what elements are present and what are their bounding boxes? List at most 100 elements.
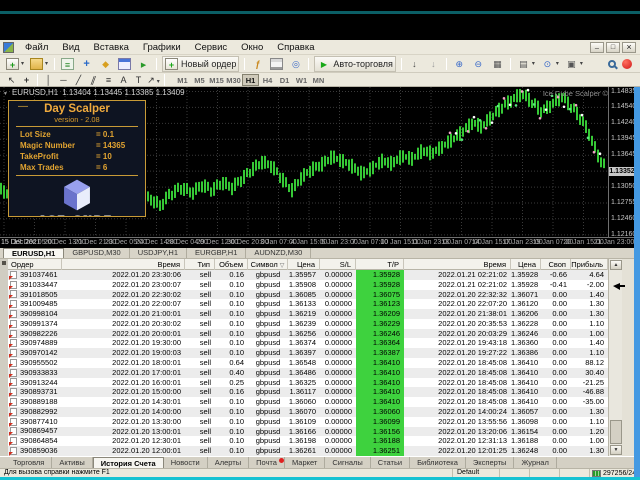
new-order-button[interactable]: Новый ордер (162, 55, 240, 72)
panel-collapse-icon[interactable]: — (18, 101, 28, 112)
restore-icon[interactable] (606, 41, 620, 53)
zoom-in-button[interactable] (450, 56, 469, 72)
trendline-tool-button[interactable] (71, 74, 86, 86)
screenshot-button[interactable] (562, 56, 586, 72)
history-row[interactable]: 390877410 2022.01.20 13:30:00 sell 0.10 gbpu… (8, 416, 608, 427)
history-row[interactable]: 390933833 2022.01.20 17:00:01 sell 0.40 gbpu… (8, 367, 608, 378)
print-button[interactable] (267, 56, 286, 72)
label-tool-button[interactable]: T (131, 74, 146, 86)
menu-item-6[interactable]: Справка (270, 41, 321, 54)
channel-tool-button[interactable] (86, 74, 101, 86)
chart-tab[interactable]: EURGBP,H1 (187, 248, 247, 258)
column-header[interactable]: Цена (288, 259, 320, 270)
timeframe-m30[interactable]: M30 (225, 74, 242, 86)
close-icon[interactable] (622, 41, 636, 53)
column-header[interactable]: Объем (215, 259, 248, 270)
terminal-tab[interactable]: История Счета (92, 457, 164, 468)
scroll-down-icon[interactable]: ▼ (610, 445, 622, 455)
column-header[interactable]: Своп (541, 259, 571, 270)
history-row[interactable]: 390893731 2022.01.20 15:00:00 sell 0.16 gbpu… (8, 387, 608, 398)
timeframe-h4[interactable]: H4 (259, 74, 276, 86)
history-row[interactable]: 390864854 2022.01.20 12:30:01 sell 0.10 gbpu… (8, 436, 608, 447)
history-row[interactable]: 391018505 2022.01.20 22:30:02 sell 0.10 gbpu… (8, 289, 608, 300)
terminal-tab[interactable]: Активы (52, 457, 93, 468)
history-row[interactable]: 390998104 2022.01.20 21:00:01 sell 0.10 gbpu… (8, 309, 608, 319)
chart-tab[interactable]: AUDNZD,M30 (246, 248, 312, 258)
scroll-up-icon[interactable]: ▲ (610, 260, 622, 270)
column-header[interactable]: S/L (320, 259, 356, 270)
metaeditor-button[interactable] (248, 56, 267, 72)
history-row[interactable]: 390970142 2022.01.20 19:00:03 sell 0.10 gbpu… (8, 348, 608, 359)
terminal-tab[interactable]: Алерты (208, 457, 250, 468)
horizontal-line-tool-button[interactable] (56, 74, 71, 86)
cursor-tool-button[interactable] (4, 74, 19, 86)
terminal-tab[interactable]: Почта (249, 457, 285, 468)
fibonacci-tool-button[interactable] (101, 74, 116, 86)
terminal-tab[interactable]: Торговля (6, 457, 53, 468)
market-watch-button[interactable] (58, 56, 77, 72)
terminal-tab[interactable]: Сигналы (325, 457, 371, 468)
column-header[interactable]: Цена (511, 259, 541, 270)
timeframe-m1[interactable]: M1 (174, 74, 191, 86)
text-tool-button[interactable]: A (116, 74, 131, 86)
profiles-button[interactable] (27, 56, 51, 72)
navigator-button[interactable] (96, 56, 115, 72)
notification-badge[interactable] (622, 58, 632, 69)
minimize-icon[interactable] (590, 41, 604, 53)
history-row[interactable]: 390869457 2022.01.20 13:00:01 sell 0.10 gbpu… (8, 426, 608, 437)
time-scale[interactable]: 15 Dec 2021 17 Dec 05:00 20 Dec 13:00 21 De… (0, 237, 640, 248)
arrows-tool-button[interactable] (146, 74, 161, 86)
history-row[interactable]: 390859036 2022.01.20 12:00:01 sell 0.10 gbpu… (8, 446, 608, 456)
periods-button[interactable] (538, 56, 562, 72)
vertical-line-tool-button[interactable] (41, 74, 56, 86)
menu-item-0[interactable]: Файл (18, 41, 55, 54)
crosshair-tool-button[interactable] (19, 74, 34, 86)
menu-item-4[interactable]: Сервис (188, 41, 235, 54)
timeframe-w1[interactable]: W1 (293, 74, 310, 86)
menu-item-1[interactable]: Вид (55, 41, 86, 54)
column-header[interactable]: Время (62, 259, 185, 270)
terminal-tab[interactable]: Библиотека (410, 457, 466, 468)
scrollbar-thumb[interactable] (610, 420, 622, 444)
history-row[interactable]: 390882992 2022.01.20 14:00:00 sell 0.10 gbpu… (8, 406, 608, 417)
column-header[interactable]: Тип (185, 259, 215, 270)
history-row[interactable]: 390974889 2022.01.20 19:30:00 sell 0.10 gbpu… (8, 338, 608, 349)
terminal-tab[interactable]: Статьи (371, 457, 411, 468)
terminal-tab[interactable]: Новости (164, 457, 208, 468)
terminal-dock-handle[interactable] (0, 259, 8, 456)
terminal-button[interactable] (115, 56, 134, 72)
column-header[interactable]: Ордер (8, 259, 62, 270)
column-header[interactable]: T/P (356, 259, 404, 270)
timeframe-d1[interactable]: D1 (276, 74, 293, 86)
indicators-button[interactable] (405, 56, 424, 72)
timeframe-m15[interactable]: M15 (208, 74, 225, 86)
column-header[interactable]: Символ ▽ (248, 259, 288, 270)
chart-tab[interactable]: USDJPY,H1 (130, 248, 187, 258)
history-row[interactable]: 390991374 2022.01.20 20:30:02 sell 0.10 gbpu… (8, 318, 608, 329)
history-row[interactable]: 391009485 2022.01.20 22:00:07 sell 0.10 gbpu… (8, 299, 608, 310)
timeframe-h1[interactable]: H1 (242, 73, 259, 86)
history-row[interactable]: 390982226 2022.01.20 20:00:01 sell 0.10 gbpu… (8, 328, 608, 339)
column-header[interactable]: Прибыль (571, 259, 608, 270)
terminal-tab[interactable]: Эксперты (466, 457, 515, 468)
autotrade-button[interactable]: Авто-торговля (314, 55, 396, 72)
history-row[interactable]: 391037461 2022.01.20 23:30:06 sell 0.16 gbpu… (8, 270, 608, 280)
timeframe-mn[interactable]: MN (310, 74, 327, 86)
chart-tab[interactable]: GBPUSD,M30 (64, 248, 130, 258)
indicator-list-button[interactable] (424, 56, 443, 72)
history-row[interactable]: 390955502 2022.01.20 18:00:01 sell 0.64 gbpu… (8, 358, 608, 368)
column-header[interactable]: Время (404, 259, 511, 270)
history-row[interactable]: 390913244 2022.01.20 16:00:01 sell 0.25 gbpu… (8, 377, 608, 388)
menu-item-3[interactable]: Графики (136, 41, 188, 54)
price-scale[interactable]: 1.13352 1.14835 1.14540 1.14240 1.13945 1.13… (608, 87, 636, 237)
menu-item-2[interactable]: Вставка (87, 41, 136, 54)
chart-quick-menu-icon[interactable] (3, 88, 8, 97)
new-chart-button[interactable] (3, 56, 27, 72)
search-icon[interactable] (608, 59, 616, 68)
data-window-button[interactable] (77, 56, 96, 72)
terminal-tab[interactable]: Журнал (514, 457, 557, 468)
tile-windows-button[interactable] (488, 56, 507, 72)
chart-tab[interactable]: EURUSD,H1 (3, 248, 65, 258)
history-row[interactable]: 391033447 2022.01.20 23:00:07 sell 0.10 gbpu… (8, 279, 608, 290)
templates-button[interactable] (514, 56, 538, 72)
